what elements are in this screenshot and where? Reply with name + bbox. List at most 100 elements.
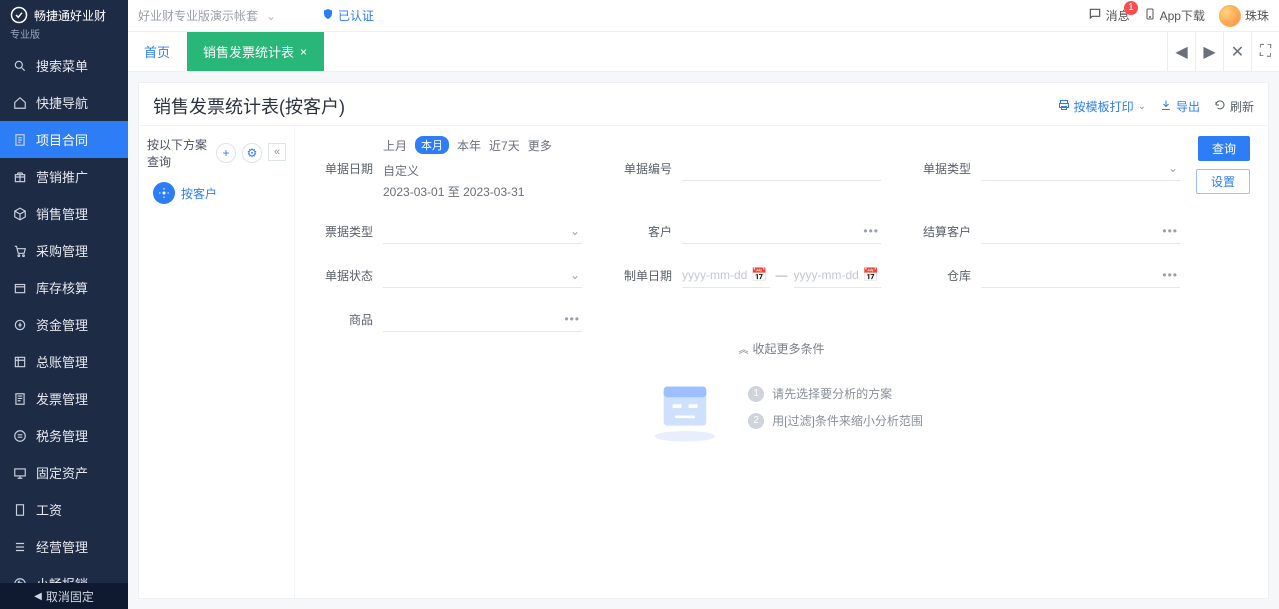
date-quick-1[interactable]: 本月 (415, 136, 449, 154)
field-doc-no: 单据编号 (612, 136, 881, 200)
cube-icon (12, 206, 28, 222)
sidebar-footer[interactable]: ◀ 取消固定 (0, 583, 128, 609)
query-button[interactable]: 查询 (1198, 136, 1250, 161)
chevron-down-icon: ⌄ (1168, 161, 1178, 175)
date-from: 2023-03-01 (383, 185, 444, 199)
avatar-icon (1219, 5, 1241, 27)
doc-no-label: 单据编号 (612, 160, 672, 177)
topbar: 好业财专业版演示帐套 ⌄ 已认证 消息 1 (128, 0, 1279, 32)
goods-picker[interactable]: ••• (383, 306, 582, 332)
sidebar-item-11[interactable]: 固定资产 (0, 454, 128, 491)
make-date-to[interactable]: 📅 (794, 262, 882, 288)
sidebar-item-label: 销售管理 (36, 204, 88, 223)
collapse-pane-button[interactable]: « (268, 143, 286, 161)
chat-icon (1088, 7, 1102, 24)
sidebar-item-3[interactable]: 营销推广 (0, 158, 128, 195)
sidebar-footer-label: 取消固定 (46, 588, 94, 605)
field-doc-date: 单据日期 上月本月本年近7天更多自定义 2023-03-01 至 2023-03… (313, 136, 582, 200)
list-icon (12, 539, 28, 555)
asset-icon (12, 465, 28, 481)
date-quick-0[interactable]: 上月 (383, 137, 407, 154)
chevron-down-icon: ⌄ (1138, 101, 1146, 112)
refresh-icon (1214, 99, 1226, 114)
fullscreen-button[interactable]: ⛶ (1251, 32, 1279, 72)
settle-customer-picker[interactable]: ••• (981, 218, 1180, 244)
step-number: 1 (748, 386, 764, 402)
doc-status-select[interactable]: ⌄ (383, 262, 582, 288)
tab-active[interactable]: 销售发票统计表 × (187, 32, 324, 71)
print-template-button[interactable]: 按模板打印 ⌄ (1058, 98, 1146, 115)
field-doc-type: 单据类型 ⌄ (911, 136, 1180, 200)
plus-icon: + (222, 146, 229, 160)
sidebar-item-label: 发票管理 (36, 389, 88, 408)
sidebar-item-4[interactable]: 销售管理 (0, 195, 128, 232)
date-quick-2[interactable]: 本年 (457, 137, 481, 154)
gear-icon: ⚙ (247, 146, 258, 160)
customer-picker[interactable]: ••• (682, 218, 881, 244)
scheme-icon (153, 182, 175, 204)
sidebar-item-10[interactable]: 税务管理 (0, 417, 128, 454)
doc-type-select[interactable]: ⌄ (981, 155, 1180, 181)
sidebar-item-label: 库存核算 (36, 278, 88, 297)
account-name: 好业财专业版演示帐套 (138, 7, 258, 24)
sidebar-item-9[interactable]: 发票管理 (0, 380, 128, 417)
messages-button[interactable]: 消息 1 (1088, 7, 1130, 24)
messages-badge: 1 (1124, 1, 1138, 15)
invoice-type-select[interactable]: ⌄ (383, 218, 582, 244)
coin-icon (12, 317, 28, 333)
collapse-conditions[interactable]: ︽ 收起更多条件 (313, 332, 1250, 367)
invoice-icon (12, 391, 28, 407)
date-quick-3[interactable]: 近7天 (489, 137, 520, 154)
verified-label: 已认证 (338, 7, 374, 24)
tab-next-button[interactable]: ▶ (1195, 32, 1223, 72)
caret-right-icon: ▶ (1203, 42, 1215, 62)
date-quick-5[interactable]: 自定义 (383, 162, 419, 179)
refresh-button[interactable]: 刷新 (1214, 98, 1254, 115)
add-scheme-button[interactable]: + (216, 143, 236, 163)
chevron-down-icon: ⌄ (570, 268, 580, 282)
scheme-settings-button[interactable]: ⚙ (242, 143, 262, 163)
warehouse-picker[interactable]: ••• (981, 262, 1180, 288)
scheme-item[interactable]: 按客户 (147, 178, 286, 208)
sidebar-item-label: 固定资产 (36, 463, 88, 482)
sidebar-item-12[interactable]: 工资 (0, 491, 128, 528)
sidebar-item-13[interactable]: 经营管理 (0, 528, 128, 565)
app-download-button[interactable]: App下载 (1144, 7, 1205, 24)
sidebar-item-label: 经营管理 (36, 537, 88, 556)
sidebar: 畅捷通好业财 专业版 搜索菜单快捷导航项目合同营销推广销售管理采购管理库存核算资… (0, 0, 128, 609)
sidebar-item-0[interactable]: 搜索菜单 (0, 47, 128, 84)
box-icon (12, 280, 28, 296)
gift-icon (12, 169, 28, 185)
ellipsis-icon: ••• (863, 224, 879, 238)
make-date-from[interactable]: 📅 (682, 262, 770, 288)
ellipsis-icon: ••• (564, 312, 580, 326)
brand-sub: 专业版 (0, 26, 128, 47)
doc-no-input[interactable] (682, 155, 881, 181)
settings-button[interactable]: 设置 (1196, 169, 1250, 194)
tab-prev-button[interactable]: ◀ (1167, 32, 1195, 72)
phone-icon (1144, 7, 1156, 24)
date-quick-4[interactable]: 更多 (528, 137, 552, 154)
tax-icon (12, 428, 28, 444)
sidebar-item-1[interactable]: 快捷导航 (0, 84, 128, 121)
close-icon[interactable]: × (300, 45, 307, 59)
tab-home[interactable]: 首页 (128, 32, 187, 71)
export-button[interactable]: 导出 (1160, 98, 1200, 115)
sidebar-item-5[interactable]: 采购管理 (0, 232, 128, 269)
sidebar-item-label: 总账管理 (36, 352, 88, 371)
sidebar-item-14[interactable]: 小畅报销 (0, 565, 128, 583)
sidebar-item-6[interactable]: 库存核算 (0, 269, 128, 306)
field-doc-status: 单据状态 ⌄ (313, 262, 582, 288)
titlebar: 销售发票统计表(按客户) 按模板打印 ⌄ 导出 (139, 83, 1268, 126)
step-text: 请先选择要分析的方案 (772, 385, 892, 402)
account-selector[interactable]: 好业财专业版演示帐套 ⌄ (138, 7, 308, 24)
date-range-display: 2023-03-01 至 2023-03-31 (383, 183, 582, 200)
user-menu[interactable]: 珠珠 (1219, 5, 1269, 27)
sidebar-item-8[interactable]: 总账管理 (0, 343, 128, 380)
sidebar-item-label: 小畅报销 (36, 574, 88, 583)
home-icon (12, 95, 28, 111)
tab-close-all-button[interactable]: ✕ (1223, 32, 1251, 72)
field-make-date: 制单日期 📅 — (612, 262, 881, 288)
sidebar-item-2[interactable]: 项目合同 (0, 121, 128, 158)
sidebar-item-7[interactable]: 资金管理 (0, 306, 128, 343)
